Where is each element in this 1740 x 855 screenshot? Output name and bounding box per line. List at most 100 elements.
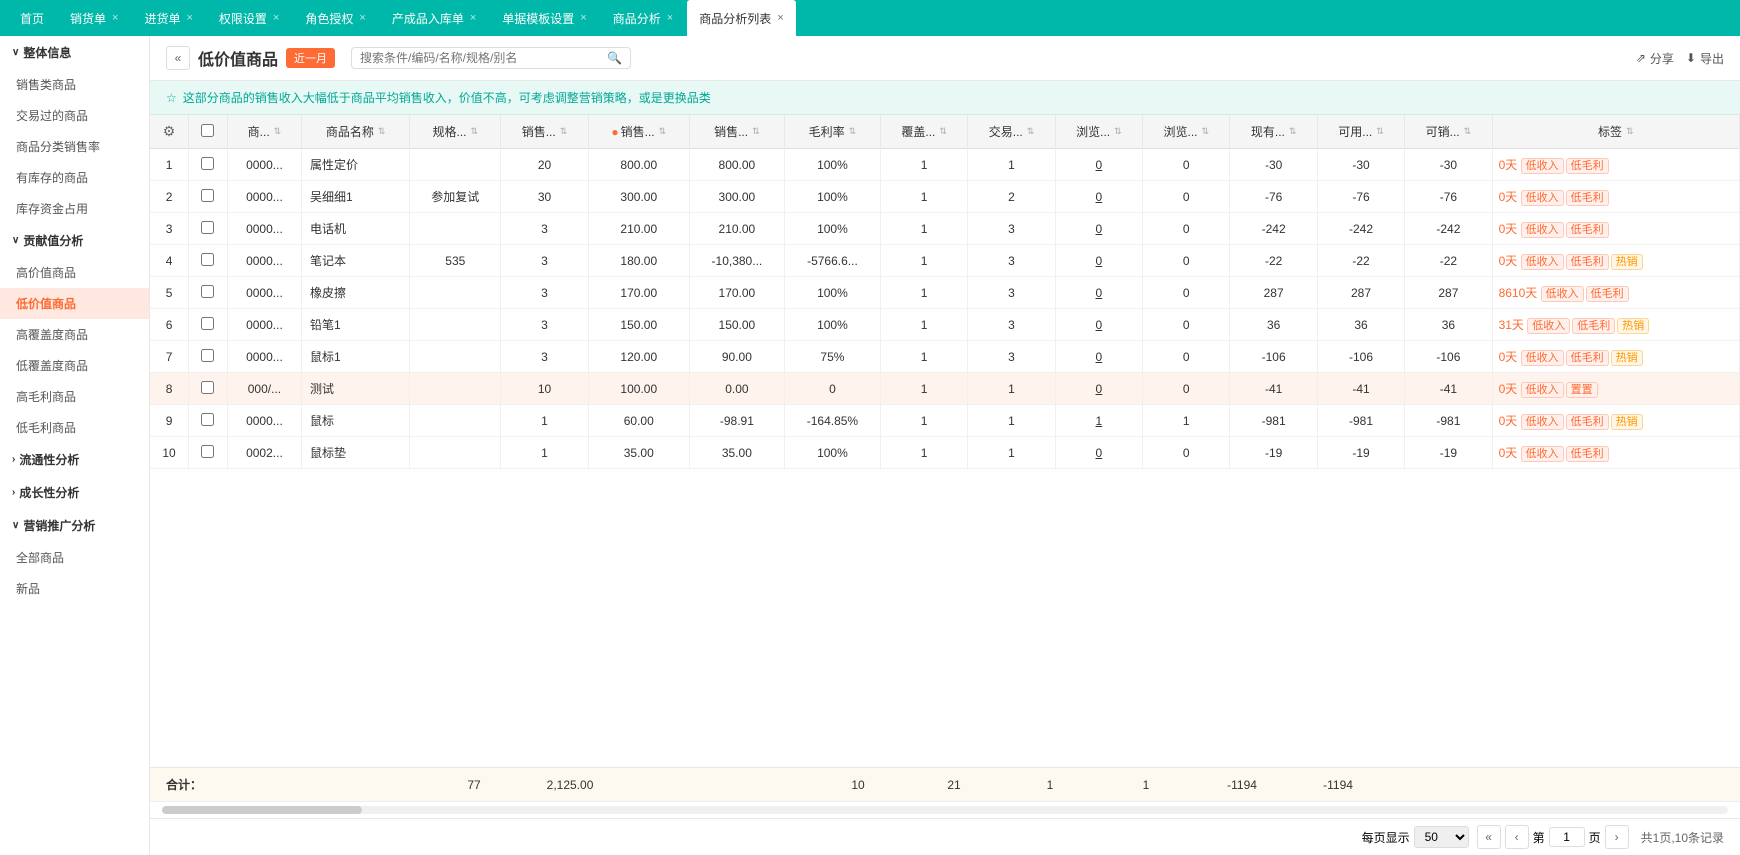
nav-sales-order[interactable]: 销货单 × — [58, 0, 130, 36]
browse-link[interactable]: 0 — [1096, 222, 1103, 236]
per-page-select[interactable]: 50 100 200 — [1414, 826, 1469, 848]
next-page-button[interactable]: › — [1605, 825, 1629, 849]
browse-link[interactable]: 0 — [1096, 318, 1103, 332]
sidebar-item-new-goods[interactable]: 新品 — [0, 573, 149, 604]
nav-product-analysis[interactable]: 商品分析 × — [601, 0, 685, 36]
close-icon[interactable]: × — [580, 12, 586, 24]
th-tags[interactable]: 标签⇅ — [1492, 115, 1739, 149]
row-checkbox[interactable] — [201, 413, 214, 426]
row-checkbox[interactable] — [201, 157, 214, 170]
page-number-input[interactable] — [1549, 827, 1585, 847]
sidebar-item-traded-goods[interactable]: 交易过的商品 — [0, 100, 149, 131]
sort-icon[interactable]: ⇅ — [1289, 126, 1297, 137]
prev-page-button[interactable]: ‹ — [1505, 825, 1529, 849]
sort-icon[interactable]: ⇅ — [939, 126, 947, 137]
row-checkbox-cell[interactable] — [189, 405, 228, 437]
th-trade[interactable]: 交易...⇅ — [968, 115, 1055, 149]
browse-link[interactable]: 0 — [1096, 350, 1103, 364]
sidebar-item-low-value[interactable]: 低价值商品 — [0, 288, 149, 319]
sidebar-item-high-value[interactable]: 高价值商品 — [0, 257, 149, 288]
row-checkbox[interactable] — [201, 253, 214, 266]
sort-icon[interactable]: ⇅ — [1464, 126, 1472, 137]
table-wrapper[interactable]: ⚙ 商...⇅ 商品名称⇅ 规格...⇅ 销售...⇅ ●销售...⇅ 销售..… — [150, 115, 1740, 767]
nav-product-analysis-list[interactable]: 商品分析列表 × — [687, 0, 795, 36]
th-browse1[interactable]: 浏览...⇅ — [1055, 115, 1142, 149]
row-checkbox-cell[interactable] — [189, 245, 228, 277]
row-checkbox-cell[interactable] — [189, 437, 228, 469]
row-checkbox[interactable] — [201, 221, 214, 234]
sidebar-group-marketing[interactable]: ∨ 营销推广分析 — [0, 509, 149, 542]
row-checkbox[interactable] — [201, 381, 214, 394]
sidebar-item-high-margin[interactable]: 高毛利商品 — [0, 381, 149, 412]
browse-link[interactable]: 0 — [1096, 382, 1103, 396]
close-icon[interactable]: × — [470, 12, 476, 24]
sidebar-group-contribution[interactable]: ∨ 贡献值分析 — [0, 224, 149, 257]
close-icon[interactable]: × — [186, 12, 192, 24]
sort-icon[interactable]: ⇅ — [471, 126, 479, 137]
th-gear[interactable]: ⚙ — [150, 115, 189, 149]
th-browse2[interactable]: 浏览...⇅ — [1143, 115, 1230, 149]
nav-role-auth[interactable]: 角色授权 × — [293, 0, 377, 36]
row-checkbox[interactable] — [201, 317, 214, 330]
nav-product-warehouse[interactable]: 产成品入库单 × — [380, 0, 488, 36]
sidebar-item-low-coverage[interactable]: 低覆盖度商品 — [0, 350, 149, 381]
close-icon[interactable]: × — [777, 12, 783, 24]
browse-link[interactable]: 0 — [1096, 254, 1103, 268]
close-icon[interactable]: × — [112, 12, 118, 24]
th-current-stock[interactable]: 现有...⇅ — [1230, 115, 1317, 149]
sidebar-item-category-sales-rate[interactable]: 商品分类销售率 — [0, 131, 149, 162]
sort-icon[interactable]: ⇅ — [1626, 126, 1634, 137]
nav-purchase-order[interactable]: 进货单 × — [132, 0, 204, 36]
page-size-selector[interactable]: 每页显示 50 100 200 — [1362, 826, 1469, 848]
sidebar-group-circulation[interactable]: › 流通性分析 — [0, 443, 149, 476]
collapse-sidebar-button[interactable]: « — [166, 46, 190, 70]
search-box[interactable]: 🔍 — [351, 47, 631, 69]
th-sales1[interactable]: 销售...⇅ — [501, 115, 588, 149]
select-all-checkbox[interactable] — [201, 124, 214, 137]
close-icon[interactable]: × — [273, 12, 279, 24]
sidebar-group-overall[interactable]: ∨ 整体信息 — [0, 36, 149, 69]
th-sales3[interactable]: 销售...⇅ — [689, 115, 784, 149]
row-checkbox[interactable] — [201, 349, 214, 362]
row-checkbox-cell[interactable] — [189, 373, 228, 405]
sidebar-group-growth[interactable]: › 成长性分析 — [0, 476, 149, 509]
row-checkbox-cell[interactable] — [189, 341, 228, 373]
browse-link[interactable]: 0 — [1096, 158, 1103, 172]
th-name[interactable]: 商品名称⇅ — [302, 115, 410, 149]
sort-icon[interactable]: ⇅ — [560, 126, 568, 137]
sort-icon[interactable]: ⇅ — [1027, 126, 1035, 137]
close-icon[interactable]: × — [667, 12, 673, 24]
close-icon[interactable]: × — [359, 12, 365, 24]
th-code[interactable]: 商...⇅ — [227, 115, 301, 149]
row-checkbox[interactable] — [201, 445, 214, 458]
row-checkbox[interactable] — [201, 285, 214, 298]
share-button[interactable]: ⇗ 分享 — [1636, 50, 1674, 67]
time-filter-button[interactable]: 近一月 — [286, 48, 335, 68]
sort-icon[interactable]: ⇅ — [849, 126, 857, 137]
search-icon[interactable]: 🔍 — [607, 51, 622, 65]
th-sellable-stock[interactable]: 可销...⇅ — [1405, 115, 1492, 149]
sort-icon[interactable]: ⇅ — [1114, 126, 1122, 137]
th-sales2[interactable]: ●销售...⇅ — [588, 115, 689, 149]
sort-icon[interactable]: ⇅ — [1202, 126, 1210, 137]
browse-link[interactable]: 1 — [1096, 414, 1103, 428]
sort-icon[interactable]: ⇅ — [659, 126, 667, 137]
nav-home[interactable]: 首页 — [8, 0, 56, 36]
horizontal-scrollbar[interactable] — [162, 806, 1728, 814]
sidebar-item-high-coverage[interactable]: 高覆盖度商品 — [0, 319, 149, 350]
sidebar-item-sales-goods[interactable]: 销售类商品 — [0, 69, 149, 100]
sidebar-item-all-goods[interactable]: 全部商品 — [0, 542, 149, 573]
sort-icon[interactable]: ⇅ — [274, 126, 282, 137]
sort-icon[interactable]: ⇅ — [378, 126, 386, 137]
th-available-stock[interactable]: 可用...⇅ — [1317, 115, 1404, 149]
th-coverage[interactable]: 覆盖...⇅ — [880, 115, 967, 149]
sort-icon[interactable]: ⇅ — [1376, 126, 1384, 137]
nav-permission[interactable]: 权限设置 × — [207, 0, 291, 36]
first-page-button[interactable]: « — [1477, 825, 1501, 849]
th-spec[interactable]: 规格...⇅ — [410, 115, 501, 149]
sidebar-item-inventory-capital[interactable]: 库存资金占用 — [0, 193, 149, 224]
sidebar-item-low-margin[interactable]: 低毛利商品 — [0, 412, 149, 443]
row-checkbox-cell[interactable] — [189, 149, 228, 181]
browse-link[interactable]: 0 — [1096, 446, 1103, 460]
sort-icon[interactable]: ⇅ — [752, 126, 760, 137]
